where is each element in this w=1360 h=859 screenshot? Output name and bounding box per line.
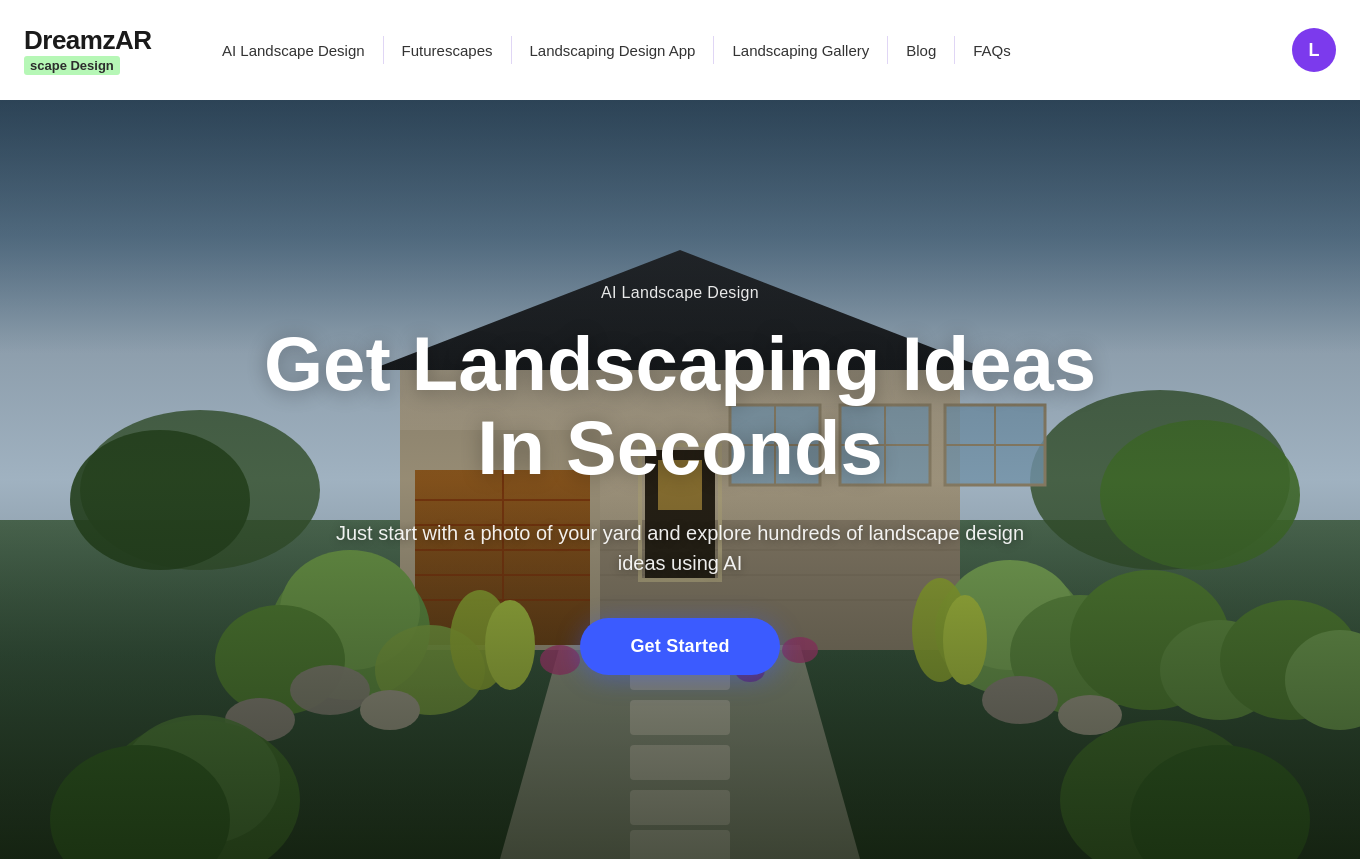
main-nav: AI Landscape Design Futurescapes Landsca… xyxy=(204,36,1292,64)
get-started-button[interactable]: Get Started xyxy=(580,618,779,675)
nav-item-landscaping-design-app[interactable]: Landscaping Design App xyxy=(512,36,715,64)
site-header: DreamzAR scape Design AI Landscape Desig… xyxy=(0,0,1360,100)
hero-content: AI Landscape Design Get Landscaping Idea… xyxy=(0,100,1360,859)
header-right: L xyxy=(1292,28,1336,72)
login-button[interactable]: L xyxy=(1292,28,1336,72)
nav-item-ai-landscape-design[interactable]: AI Landscape Design xyxy=(204,36,384,64)
hero-eyebrow: AI Landscape Design xyxy=(601,284,759,302)
brand-name: DreamzAR xyxy=(24,25,152,56)
nav-item-blog[interactable]: Blog xyxy=(888,36,955,64)
nav-item-faqs[interactable]: FAQs xyxy=(955,36,1029,64)
hero-section: AI Landscape Design Get Landscaping Idea… xyxy=(0,100,1360,859)
logo[interactable]: DreamzAR scape Design xyxy=(24,25,164,75)
nav-item-landscaping-gallery[interactable]: Landscaping Gallery xyxy=(714,36,888,64)
brand-tagline: scape Design xyxy=(24,56,120,75)
nav-item-futurescapes[interactable]: Futurescapes xyxy=(384,36,512,64)
hero-subtitle: Just start with a photo of your yard and… xyxy=(330,518,1030,578)
hero-title: Get Landscaping Ideas In Seconds xyxy=(230,322,1130,489)
